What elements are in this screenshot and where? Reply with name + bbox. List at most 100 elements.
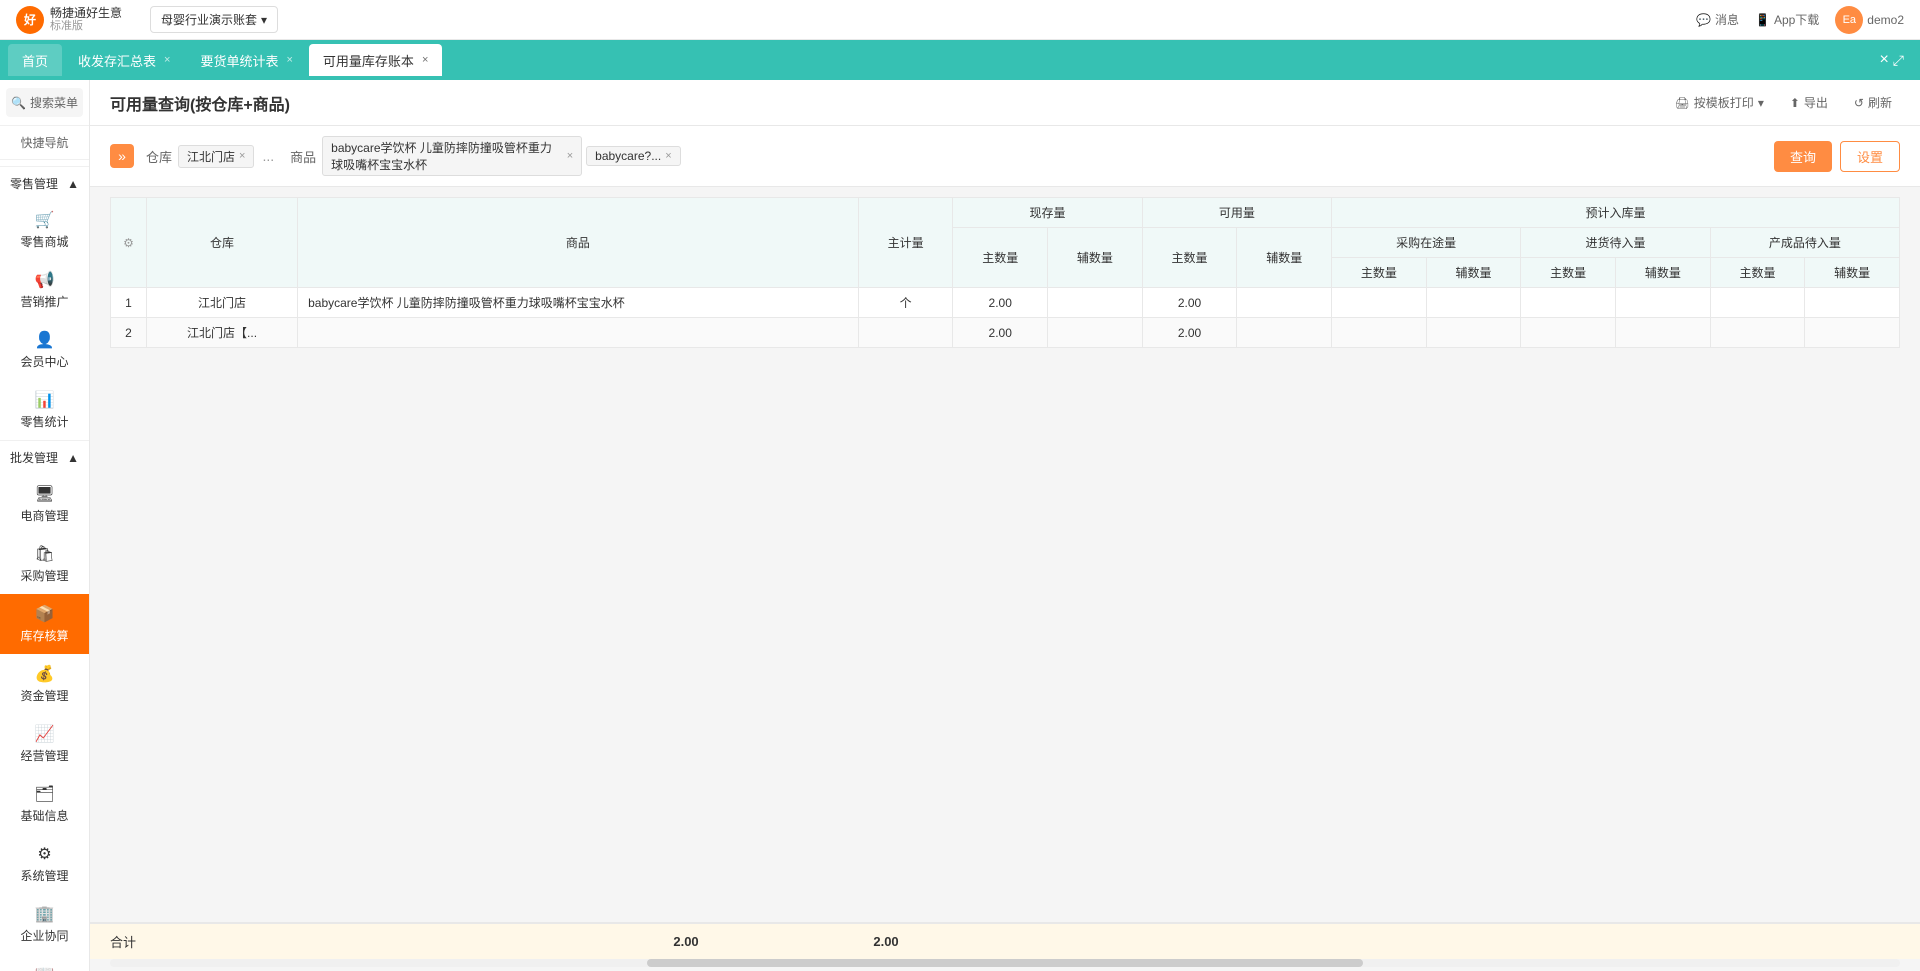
- refresh-btn[interactable]: ↺ 刷新: [1846, 90, 1900, 115]
- tag-close-icon[interactable]: ×: [239, 150, 245, 162]
- settings-btn[interactable]: 设置: [1840, 141, 1900, 172]
- th-purchase-main: 主数量: [1332, 258, 1427, 288]
- product-tag-1[interactable]: babycare?... ×: [586, 146, 680, 166]
- query-btn[interactable]: 查询: [1774, 141, 1832, 172]
- product-label: 商品: [290, 147, 316, 166]
- table-row: 1 江北门店 babycare学饮杯 儿童防摔防撞吸管杯重力球吸嘴杯宝宝水杯 个…: [111, 288, 1900, 318]
- footer-current-main: 2.00: [636, 934, 736, 949]
- page-header: 可用量查询(按仓库+商品) 🖨 按模板打印 ▾ ⬆ 导出 ↺ 刷新: [90, 80, 1920, 126]
- row-purchase-aux: [1426, 318, 1521, 348]
- row-purchase-aux: [1426, 288, 1521, 318]
- avatar: Ea: [1835, 6, 1863, 34]
- phone-icon: 📱: [1755, 13, 1770, 27]
- sidebar-item-basic[interactable]: 🗂 基础信息: [0, 774, 89, 834]
- row-incoming-main: [1521, 288, 1616, 318]
- logo: 好 畅捷通好生意 标准版: [16, 6, 122, 34]
- inventory-icon: 📦: [35, 604, 55, 624]
- sidebar-item-inventory[interactable]: 📦 库存核算: [0, 594, 89, 654]
- user-action[interactable]: Ea demo2: [1835, 6, 1904, 34]
- row-available-aux: [1237, 318, 1332, 348]
- more-warehouse-btn[interactable]: ...: [258, 148, 278, 164]
- gear-icon: ⚙: [123, 236, 134, 250]
- message-icon: 💬: [1696, 13, 1711, 27]
- row-available-main: 2.00: [1142, 318, 1237, 348]
- scroll-thumb[interactable]: [647, 959, 1363, 967]
- tab-receive[interactable]: 收发存汇总表 ×: [64, 44, 184, 76]
- top-bar-left: 好 畅捷通好生意 标准版 母婴行业演示账套 ▾: [16, 6, 278, 34]
- tag-close-icon[interactable]: ×: [567, 150, 573, 162]
- table-footer: 合计 2.00 2.00: [90, 922, 1920, 959]
- filter-bar: » 仓库 江北门店 × ... 商品 babycare学饮杯 儿童防摔防撞吸管杯…: [90, 126, 1920, 187]
- sidebar-item-ecommerce[interactable]: 🖥 电商管理: [0, 474, 89, 534]
- row-available-main: 2.00: [1142, 288, 1237, 318]
- tab-home[interactable]: 首页: [8, 44, 62, 76]
- inventory-table: ⚙ 仓库 商品 主计量 现存量 可用量 预计入库量 主数量 辅数量 主数量 辅数…: [110, 197, 1900, 348]
- footer-label: 合计: [110, 932, 136, 951]
- message-action[interactable]: 💬 消息: [1696, 11, 1739, 28]
- row-warehouse: 江北门店【...: [147, 318, 298, 348]
- th-main-unit: 主计量: [858, 198, 953, 288]
- product-tag-0[interactable]: babycare学饮杯 儿童防摔防撞吸管杯重力球吸嘴杯宝宝水杯 ×: [322, 136, 582, 176]
- row-num: 1: [111, 288, 147, 318]
- print-btn[interactable]: 🖨 按模板打印 ▾: [1667, 90, 1772, 115]
- row-purchase-main: [1332, 288, 1427, 318]
- tab-inventory[interactable]: 可用量库存账本 ×: [309, 44, 442, 76]
- finance-icon: 💰: [35, 664, 55, 684]
- logo-icon: 好: [16, 6, 44, 34]
- row-production-aux: [1805, 288, 1900, 318]
- th-purchase: 采购在途量: [1332, 228, 1521, 258]
- sidebar-item-retail-mall[interactable]: 🛒 零售商城: [0, 200, 89, 260]
- member-icon: 👤: [35, 330, 55, 350]
- close-icon[interactable]: ×: [164, 54, 170, 66]
- row-available-aux: [1237, 288, 1332, 318]
- warehouse-tag-0[interactable]: 江北门店 ×: [178, 145, 254, 168]
- row-incoming-aux: [1616, 318, 1711, 348]
- sidebar-item-newbie[interactable]: 📖 新手引导: [0, 954, 89, 971]
- app-download-action[interactable]: 📱 App下载: [1755, 11, 1819, 28]
- tab-order[interactable]: 要货单统计表 ×: [186, 44, 306, 76]
- close-all-icon: ×: [1879, 51, 1888, 69]
- sidebar: 🔍 搜索菜单 快捷导航 零售管理 ▲ 🛒 零售商城 📢 营销推广 👤 会员中心: [0, 80, 90, 971]
- shop-icon: 🛒: [35, 210, 55, 230]
- template-selector[interactable]: 母婴行业演示账套 ▾: [150, 6, 278, 33]
- th-expected-in: 预计入库量: [1332, 198, 1900, 228]
- sidebar-item-operations[interactable]: 📈 经营管理: [0, 714, 89, 774]
- warehouse-filter-group: 仓库 江北门店 × ...: [146, 145, 278, 168]
- operations-icon: 📈: [35, 724, 55, 744]
- th-available-main-qty: 主数量: [1142, 228, 1237, 288]
- content-area: 可用量查询(按仓库+商品) 🖨 按模板打印 ▾ ⬆ 导出 ↺ 刷新: [90, 80, 1920, 971]
- sidebar-quick-nav[interactable]: 快捷导航: [0, 126, 89, 160]
- sidebar-item-enterprise[interactable]: 🏢 企业协同: [0, 894, 89, 954]
- search-menu-btn[interactable]: 🔍 搜索菜单: [6, 88, 83, 117]
- row-main-unit: 个: [858, 288, 953, 318]
- close-icon[interactable]: ×: [286, 54, 292, 66]
- refresh-icon: ↺: [1854, 96, 1864, 110]
- tag-close-icon[interactable]: ×: [665, 150, 671, 162]
- row-num: 2: [111, 318, 147, 348]
- sidebar-item-wholesale[interactable]: 批发管理 ▲: [0, 440, 89, 474]
- row-main-unit: [858, 318, 953, 348]
- sidebar-item-member-center[interactable]: 👤 会员中心: [0, 320, 89, 380]
- th-incoming-aux: 辅数量: [1616, 258, 1711, 288]
- purchase-icon: 🛍: [34, 544, 54, 564]
- product-tags: babycare学饮杯 儿童防摔防撞吸管杯重力球吸嘴杯宝宝水杯 × babyca…: [322, 136, 680, 176]
- close-icon[interactable]: ×: [422, 54, 428, 66]
- row-current-aux: [1048, 318, 1143, 348]
- warehouse-label: 仓库: [146, 147, 172, 166]
- row-production-main: [1710, 288, 1805, 318]
- printer-icon: 🖨: [1675, 96, 1690, 110]
- sidebar-item-system[interactable]: ⚙ 系统管理: [0, 834, 89, 894]
- ecommerce-icon: 🖥: [34, 484, 54, 504]
- sidebar-item-purchase[interactable]: 🛍 采购管理: [0, 534, 89, 594]
- filter-expand-btn[interactable]: »: [110, 144, 134, 168]
- export-btn[interactable]: ⬆ 导出: [1782, 90, 1836, 115]
- page-header-actions: 🖨 按模板打印 ▾ ⬆ 导出 ↺ 刷新: [1667, 90, 1900, 115]
- th-settings[interactable]: ⚙: [111, 198, 147, 288]
- sidebar-search-area: 🔍 搜索菜单: [0, 80, 89, 126]
- sidebar-item-retail[interactable]: 零售管理 ▲: [0, 166, 89, 200]
- sidebar-item-retail-stats[interactable]: 📊 零售统计: [0, 380, 89, 440]
- sidebar-item-finance[interactable]: 💰 资金管理: [0, 654, 89, 714]
- product-filter-group: 商品 babycare学饮杯 儿童防摔防撞吸管杯重力球吸嘴杯宝宝水杯 × bab…: [290, 136, 681, 176]
- close-all-tabs-btn[interactable]: × ⤢: [1871, 51, 1912, 69]
- sidebar-item-marketing[interactable]: 📢 营销推广: [0, 260, 89, 320]
